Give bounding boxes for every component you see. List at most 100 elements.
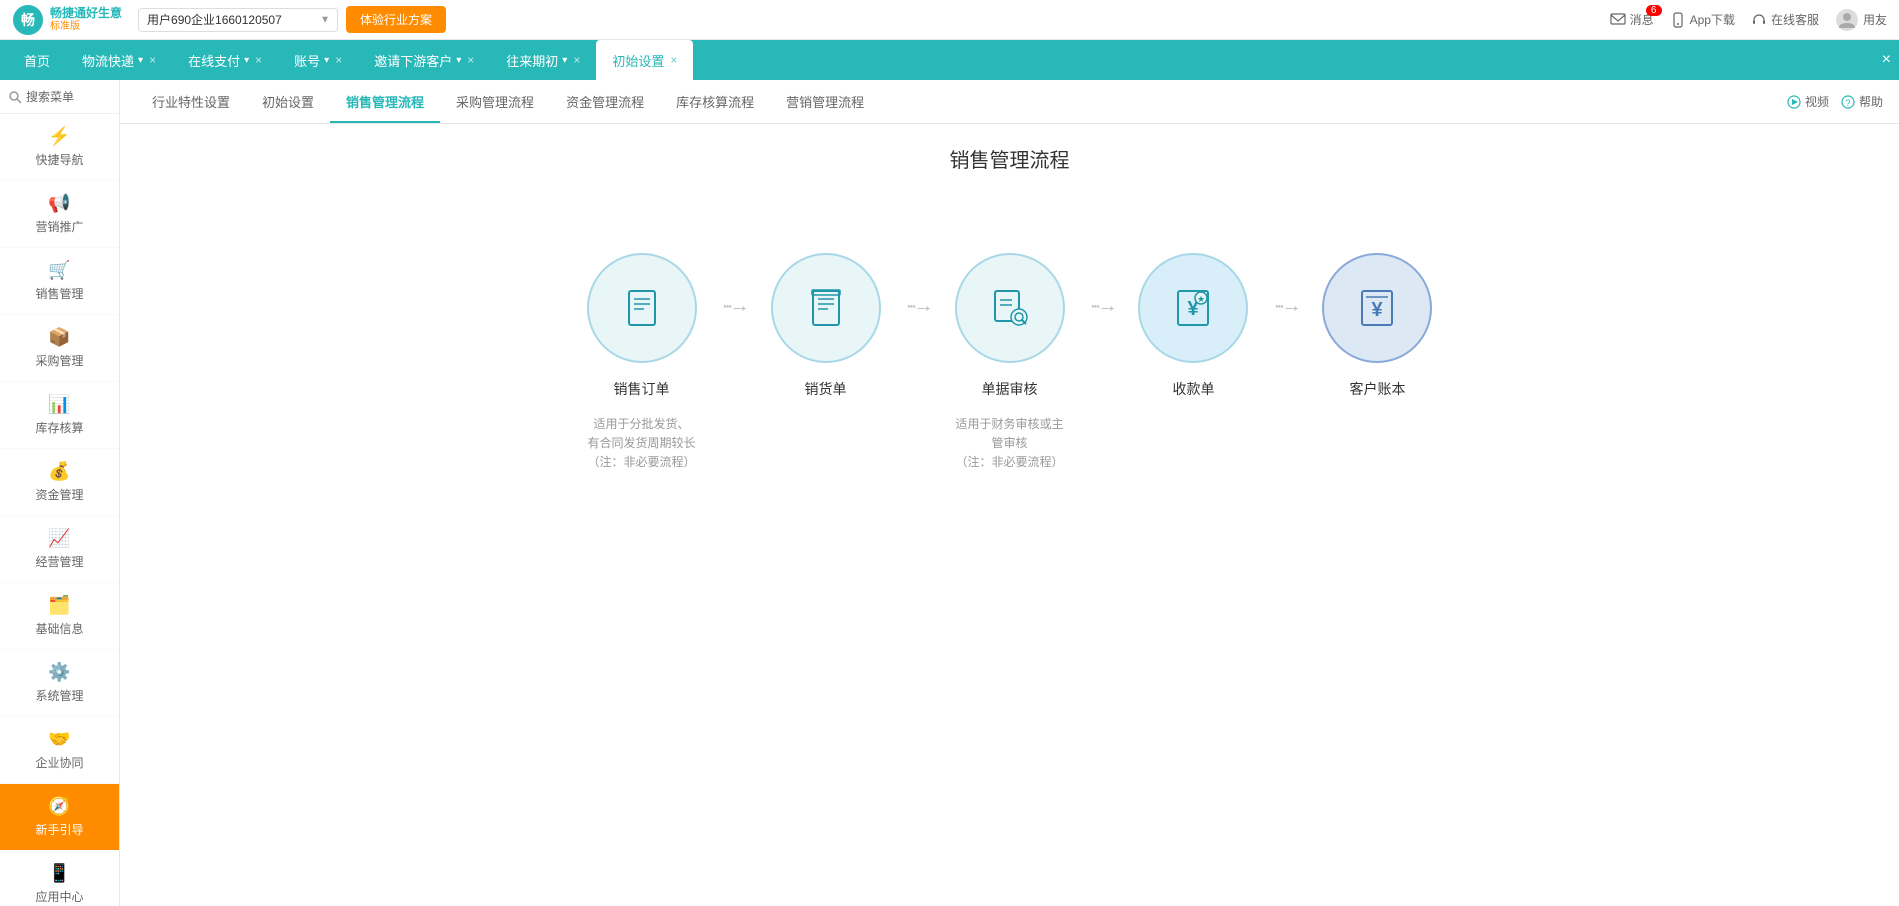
user-avatar-button[interactable]: 用友 — [1835, 8, 1887, 32]
sub-tab-initial[interactable]: 初始设置 — [246, 80, 330, 123]
process-step-sales-order: 销售订单 适用于分批发货、有合同发货周期较长（注：非必要流程） — [562, 253, 722, 473]
sales-order-circle[interactable] — [587, 253, 697, 363]
sidebar-item-operations[interactable]: 📈 经营管理 — [0, 516, 119, 583]
nav-close-all-button[interactable]: × — [1882, 51, 1891, 69]
trial-button[interactable]: 体验行业方案 — [346, 6, 446, 33]
sales-order-name: 销售订单 — [614, 379, 670, 399]
sidebar-item-finance[interactable]: 💰 资金管理 — [0, 449, 119, 516]
user-select-input[interactable]: 用户690企业1660120507 — [138, 8, 338, 32]
sidebar-item-quick-nav-label: 快捷导航 — [35, 151, 83, 168]
sidebar-item-purchase[interactable]: 📦 采购管理 — [0, 315, 119, 382]
nav-tab-initial-setup[interactable]: 初始设置 × — [596, 40, 693, 80]
process-step-receipt: ¥ ★ 收款单 — [1113, 253, 1273, 415]
sidebar-item-basic-info-label: 基础信息 — [35, 620, 83, 637]
app-download-label: App下载 — [1690, 11, 1735, 28]
sidebar-item-quick-nav[interactable]: ⚡ 快捷导航 — [0, 114, 119, 181]
nav-tab-logistics-close[interactable]: × — [149, 53, 156, 67]
video-icon — [1787, 95, 1801, 109]
receipt-circle[interactable]: ¥ ★ — [1138, 253, 1248, 363]
sub-tab-finance-flow[interactable]: 资金管理流程 — [550, 80, 660, 123]
sub-tab-marketing-flow[interactable]: 营销管理流程 — [770, 80, 880, 123]
online-service-button[interactable]: 在线客服 — [1751, 11, 1819, 28]
sidebar-item-system[interactable]: ⚙️ 系统管理 — [0, 650, 119, 717]
process-step-sales-invoice: 销货单 — [746, 253, 906, 415]
top-bar: 畅 畅捷通好生意 标准版 用户690企业1660120507 体验行业方案 消息… — [0, 0, 1899, 40]
sidebar-item-marketing[interactable]: 📢 营销推广 — [0, 181, 119, 248]
guide-icon: 🧭 — [48, 796, 70, 817]
customer-ledger-circle[interactable]: ¥ — [1322, 253, 1432, 363]
message-icon — [1610, 12, 1626, 28]
sales-invoice-icon — [801, 283, 851, 333]
nav-tab-period-close[interactable]: × — [573, 53, 580, 67]
sidebar-item-enterprise-label: 企业协同 — [35, 754, 83, 771]
nav-tab-account-arrow: ▾ — [324, 55, 329, 66]
sidebar-item-sales-label: 销售管理 — [35, 285, 83, 302]
svg-text:?: ? — [1845, 98, 1850, 108]
purchase-icon: 📦 — [48, 327, 70, 348]
process-step-customer-ledger: ¥ 客户账本 — [1297, 253, 1457, 415]
process-title: 销售管理流程 — [140, 144, 1879, 173]
sidebar-search[interactable]: 搜索菜单 — [0, 80, 119, 114]
nav-tab-payment[interactable]: 在线支付 ▾ × — [172, 40, 278, 80]
messages-button[interactable]: 消息 6 — [1610, 11, 1654, 28]
operations-icon: 📈 — [48, 528, 70, 549]
sidebar-search-label: 搜索菜单 — [26, 88, 74, 105]
video-link[interactable]: 视频 — [1787, 93, 1829, 110]
nav-tab-payment-close[interactable]: × — [255, 53, 262, 67]
content-area: 行业特性设置 初始设置 销售管理流程 采购管理流程 资金管理流程 库存核算流程 … — [120, 80, 1899, 906]
process-arrow-3: ···→ — [1090, 253, 1114, 318]
process-content: 销售管理流程 销售订单 适用于分批发货、有合同发货周期较长（注：非必要流程） — [120, 124, 1899, 906]
sub-tab-inventory-flow[interactable]: 库存核算流程 — [660, 80, 770, 123]
help-link[interactable]: ? 帮助 — [1841, 93, 1883, 110]
process-arrow-1: ···→ — [722, 253, 746, 318]
marketing-icon: 📢 — [48, 193, 70, 214]
process-arrow-4: ···→ — [1273, 253, 1297, 318]
nav-tab-account[interactable]: 账号 ▾ × — [278, 40, 358, 80]
document-review-name: 单据审核 — [982, 379, 1038, 399]
finance-icon: 💰 — [48, 461, 70, 482]
receipt-name: 收款单 — [1172, 379, 1214, 399]
sub-tab-sales-flow[interactable]: 销售管理流程 — [330, 80, 440, 123]
user-selector[interactable]: 用户690企业1660120507 — [138, 8, 338, 32]
enterprise-icon: 🤝 — [48, 729, 70, 750]
process-arrow-2: ···→ — [906, 253, 930, 318]
sidebar-item-sales[interactable]: 🛒 销售管理 — [0, 248, 119, 315]
nav-tab-logistics[interactable]: 物流快递 ▾ × — [66, 40, 172, 80]
main-layout: 搜索菜单 ⚡ 快捷导航 📢 营销推广 🛒 销售管理 📦 采购管理 📊 库存核算 … — [0, 80, 1899, 906]
nav-tab-invite-close[interactable]: × — [467, 53, 474, 67]
document-review-circle[interactable] — [955, 253, 1065, 363]
sidebar-item-enterprise[interactable]: 🤝 企业协同 — [0, 717, 119, 784]
sales-invoice-name: 销货单 — [805, 379, 847, 399]
sidebar-item-system-label: 系统管理 — [35, 687, 83, 704]
svg-text:¥: ¥ — [1372, 299, 1384, 321]
nav-tab-account-close[interactable]: × — [335, 53, 342, 67]
process-flow: 销售订单 适用于分批发货、有合同发货周期较长（注：非必要流程） ···→ — [140, 233, 1879, 493]
nav-tab-period-arrow: ▾ — [562, 55, 567, 66]
sidebar-item-inventory[interactable]: 📊 库存核算 — [0, 382, 119, 449]
customer-ledger-name: 客户账本 — [1349, 379, 1405, 399]
sidebar-item-basic-info[interactable]: 🗂️ 基础信息 — [0, 583, 119, 650]
headset-icon — [1751, 12, 1767, 28]
app-center-icon: 📱 — [48, 863, 70, 884]
top-bar-right: 消息 6 App下载 在线客服 用友 — [1610, 8, 1887, 32]
nav-tab-invite-arrow: ▾ — [456, 55, 461, 66]
nav-tabs: 首页 物流快递 ▾ × 在线支付 ▾ × 账号 ▾ × 邀请下游客户 ▾ × 往… — [0, 40, 1899, 80]
inventory-icon: 📊 — [48, 394, 70, 415]
sales-invoice-circle[interactable] — [771, 253, 881, 363]
nav-tab-home[interactable]: 首页 — [8, 40, 66, 80]
sub-tab-industry[interactable]: 行业特性设置 — [136, 80, 246, 123]
sidebar-item-guide[interactable]: 🧭 新手引导 — [0, 784, 119, 851]
sub-tabs-right: 视频 ? 帮助 — [1787, 93, 1883, 110]
sidebar-item-marketing-label: 营销推广 — [35, 218, 83, 235]
customer-ledger-icon: ¥ — [1352, 283, 1402, 333]
sidebar-item-app-center[interactable]: 📱 应用中心 — [0, 851, 119, 906]
sidebar: 搜索菜单 ⚡ 快捷导航 📢 营销推广 🛒 销售管理 📦 采购管理 📊 库存核算 … — [0, 80, 120, 906]
messages-badge: 6 — [1646, 5, 1662, 16]
sub-tab-purchase-flow[interactable]: 采购管理流程 — [440, 80, 550, 123]
nav-tab-invite[interactable]: 邀请下游客户 ▾ × — [358, 40, 490, 80]
process-step-document-review: 单据审核 适用于财务审核或主管审核（注：非必要流程） — [930, 253, 1090, 473]
nav-tab-logistics-arrow: ▾ — [138, 55, 143, 66]
app-download-button[interactable]: App下载 — [1670, 11, 1735, 28]
nav-tab-period[interactable]: 往来期初 ▾ × — [490, 40, 596, 80]
nav-tab-initial-setup-close[interactable]: × — [670, 53, 677, 67]
